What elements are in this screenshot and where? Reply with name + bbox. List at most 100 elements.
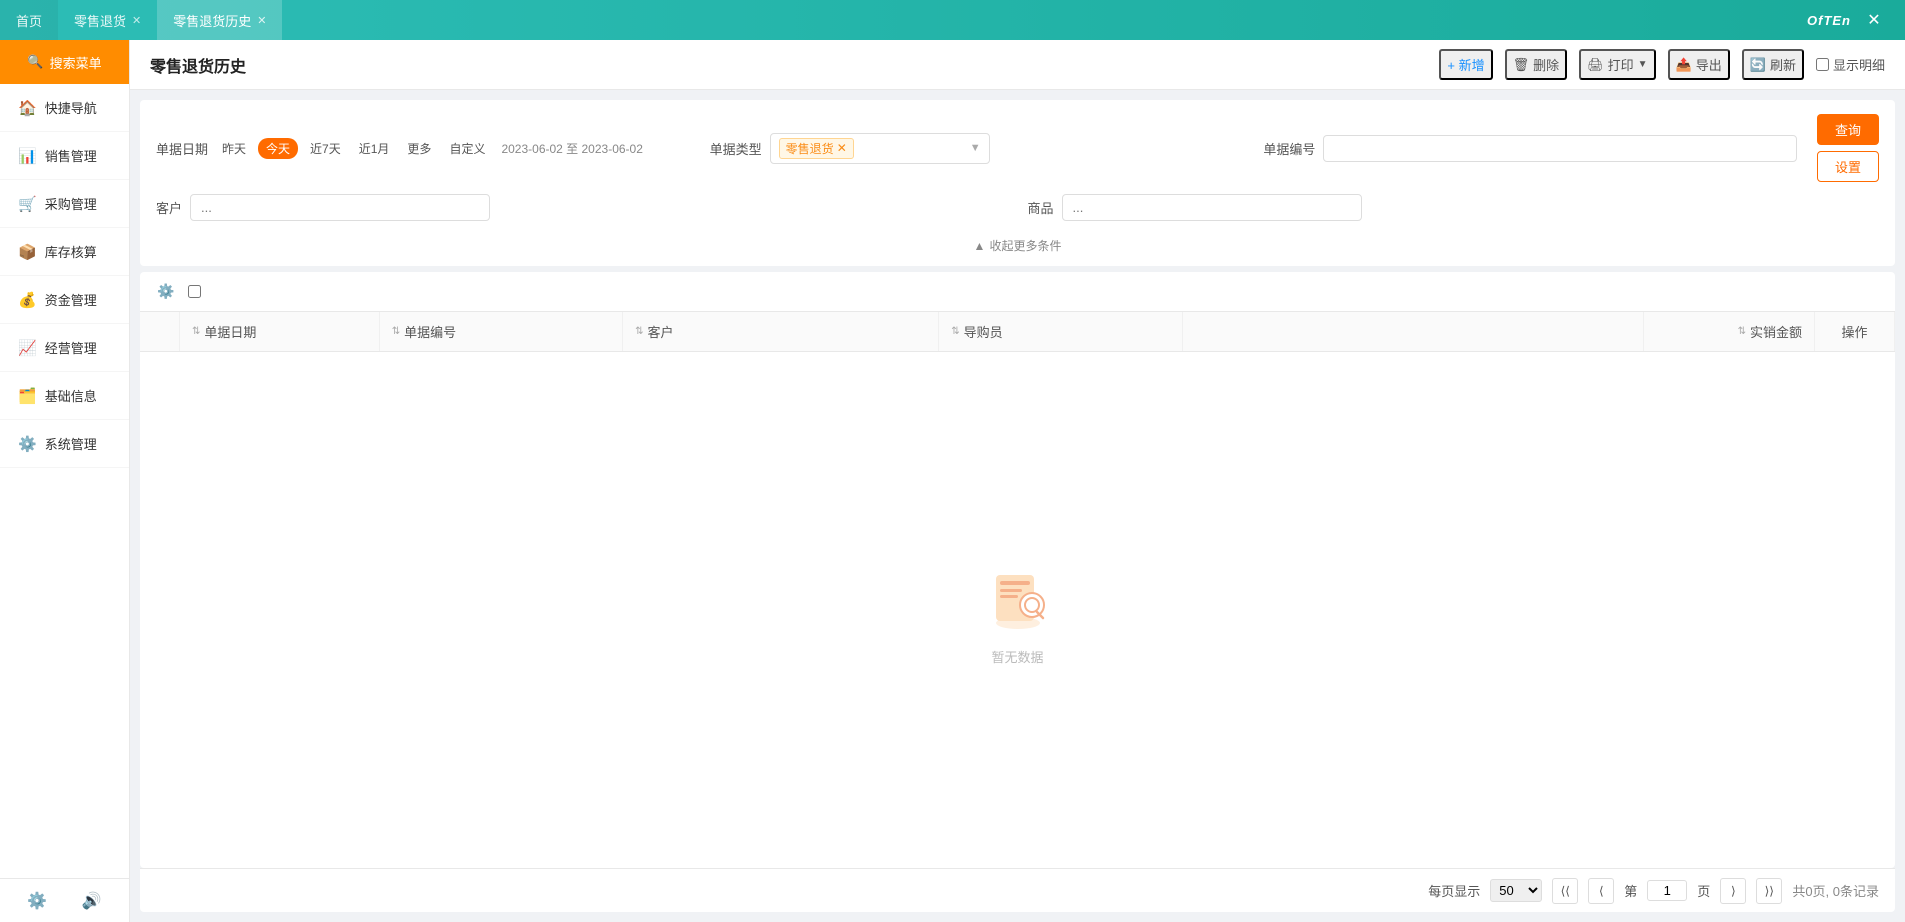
export-icon: 📤 — [1676, 57, 1692, 73]
page-number-input[interactable] — [1647, 880, 1687, 901]
th-date[interactable]: ⇅ 单据日期 — [180, 312, 380, 351]
tab-retail-return-history[interactable]: 零售退货历史 ✕ — [157, 0, 282, 40]
collapse-button[interactable]: ▲ 收起更多条件 — [974, 233, 1062, 258]
tab-retail-return[interactable]: 零售退货 ✕ — [58, 0, 157, 40]
date-range-display: 2023-06-02 至 2023-06-02 — [501, 140, 642, 157]
th-customer-sort-icon: ⇅ — [635, 326, 643, 337]
sidebar-item-finance-label: 资金管理 — [45, 290, 97, 309]
date-opt-1month[interactable]: 近1月 — [353, 138, 396, 159]
show-detail-input[interactable] — [1816, 58, 1829, 71]
sidebar-item-finance[interactable]: 💰 资金管理 — [0, 276, 129, 324]
tab-home[interactable]: 首页 — [0, 0, 58, 40]
show-detail-checkbox[interactable]: 显示明细 — [1816, 55, 1885, 74]
filter-bill-date: 单据日期 昨天 今天 近7天 近1月 更多 自定义 2023-06-02 至 2… — [156, 138, 690, 159]
sidebar-item-management-label: 经营管理 — [45, 338, 97, 357]
th-billno[interactable]: ⇅ 单据编号 — [380, 312, 623, 351]
finance-icon: 💰 — [18, 291, 37, 309]
table-area: ⚙️ ⇅ 单据日期 ⇅ 单据编号 ⇅ 客户 ⇅ — [140, 272, 1895, 868]
settings-button[interactable]: 设置 — [1817, 151, 1879, 182]
toolbar: + 新增 🗑 删除 🖨 打印 ▼ 📤 导出 🔄 刷新 — [1439, 49, 1885, 80]
th-customer[interactable]: ⇅ 客户 — [623, 312, 939, 351]
goods-input[interactable] — [1062, 194, 1362, 221]
date-opt-yesterday[interactable]: 昨天 — [216, 138, 252, 159]
sales-icon: 📊 — [18, 147, 37, 165]
brand-name: OfTEn — [1807, 13, 1851, 28]
sidebar-item-basic-info-label: 基础信息 — [45, 386, 97, 405]
sidebar-item-sales[interactable]: 📊 销售管理 — [0, 132, 129, 180]
filter-bill-type: 单据类型 零售退货 ✕ ▼ — [710, 133, 1244, 164]
audio-icon[interactable]: 🔊 — [82, 891, 102, 911]
date-options: 昨天 今天 近7天 近1月 更多 自定义 2023-06-02 至 2023-0… — [216, 138, 643, 159]
bill-type-tag: 零售退货 ✕ — [779, 138, 854, 159]
close-tab-retail-return[interactable]: ✕ — [132, 14, 141, 27]
window-close-button[interactable]: ✕ — [1859, 5, 1889, 35]
th-action: 操作 — [1815, 312, 1895, 351]
top-bar-right: OfTEn ✕ — [1807, 5, 1905, 35]
date-opt-custom[interactable]: 自定义 — [443, 138, 491, 159]
sidebar-item-quick-nav[interactable]: 🏠 快捷导航 — [0, 84, 129, 132]
th-guide-sort-icon: ⇅ — [951, 326, 959, 337]
collapse-icon: ▲ — [974, 239, 986, 253]
th-date-sort-icon: ⇅ — [192, 326, 200, 337]
tab-home-label: 首页 — [16, 11, 42, 30]
management-icon: 📈 — [18, 339, 37, 357]
th-billno-sort-icon: ⇅ — [392, 326, 400, 337]
tag-close-icon[interactable]: ✕ — [837, 141, 847, 155]
sidebar-item-system-label: 系统管理 — [45, 434, 97, 453]
refresh-button[interactable]: 🔄 刷新 — [1742, 49, 1804, 80]
next-page-button[interactable]: ⟩ — [1720, 878, 1746, 904]
last-page-button[interactable]: ⟩⟩ — [1756, 878, 1782, 904]
right-actions: 查询 设置 — [1817, 114, 1879, 182]
tab-bar: 首页 零售退货 ✕ 零售退货历史 ✕ — [0, 0, 1807, 40]
th-guide[interactable]: ⇅ 导购员 — [939, 312, 1182, 351]
prev-page-button[interactable]: ⟨ — [1588, 878, 1614, 904]
sidebar: 🔍 搜索菜单 🏠 快捷导航 📊 销售管理 🛒 采购管理 📦 库存核算 💰 资金管… — [0, 40, 130, 922]
query-button[interactable]: 查询 — [1817, 114, 1879, 145]
sidebar-item-inventory[interactable]: 📦 库存核算 — [0, 228, 129, 276]
bill-type-chevron-icon: ▼ — [970, 142, 981, 154]
close-tab-retail-return-history[interactable]: ✕ — [257, 14, 266, 27]
new-button[interactable]: + 新增 — [1439, 49, 1492, 80]
export-button[interactable]: 📤 导出 — [1668, 49, 1730, 80]
top-bar: 首页 零售退货 ✕ 零售退货历史 ✕ OfTEn ✕ — [0, 0, 1905, 40]
bill-type-select[interactable]: 零售退货 ✕ ▼ — [770, 133, 990, 164]
customer-input[interactable] — [190, 194, 490, 221]
page-word-2: 页 — [1697, 881, 1710, 900]
filter-area: 单据日期 昨天 今天 近7天 近1月 更多 自定义 2023-06-02 至 2… — [140, 100, 1895, 266]
sidebar-item-management[interactable]: 📈 经营管理 — [0, 324, 129, 372]
refresh-icon: 🔄 — [1750, 57, 1766, 73]
page-size-select[interactable]: 50 10 20 100 — [1490, 879, 1542, 902]
collapse-label: 收起更多条件 — [989, 237, 1061, 254]
table-settings-icon[interactable]: ⚙️ — [152, 278, 180, 306]
bill-type-label: 单据类型 — [710, 139, 762, 158]
first-page-button[interactable]: ⟨⟨ — [1552, 878, 1578, 904]
pagination: 每页显示 50 10 20 100 ⟨⟨ ⟨ 第 页 ⟩ ⟩⟩ 共0页, 0条记… — [140, 868, 1895, 912]
date-opt-today[interactable]: 今天 — [258, 138, 298, 159]
th-amount-sort-icon: ⇅ — [1738, 326, 1746, 337]
filter-customer: 客户 — [156, 194, 1008, 221]
print-button[interactable]: 🖨 打印 ▼ — [1579, 49, 1655, 80]
sidebar-search-label: 搜索菜单 — [50, 53, 102, 72]
date-opt-more[interactable]: 更多 — [401, 138, 437, 159]
main-layout: 🔍 搜索菜单 🏠 快捷导航 📊 销售管理 🛒 采购管理 📦 库存核算 💰 资金管… — [0, 40, 1905, 922]
tab-retail-return-label: 零售退货 — [74, 11, 126, 30]
sidebar-item-basic-info[interactable]: 🗂️ 基础信息 — [0, 372, 129, 420]
print-icon: 🖨 — [1587, 57, 1604, 73]
filter-row-2: 客户 商品 — [156, 194, 1879, 221]
delete-button[interactable]: 🗑 删除 — [1505, 49, 1568, 80]
select-all-checkbox[interactable] — [188, 285, 201, 298]
th-checkbox — [140, 312, 180, 351]
sidebar-item-system[interactable]: ⚙️ 系统管理 — [0, 420, 129, 468]
th-amount[interactable]: ⇅ 实销金额 — [1644, 312, 1815, 351]
date-opt-7days[interactable]: 近7天 — [304, 138, 347, 159]
bill-no-input[interactable] — [1323, 135, 1797, 162]
settings-bottom-icon[interactable]: ⚙️ — [27, 891, 47, 911]
page-header: 零售退货历史 + 新增 🗑 删除 🖨 打印 ▼ 📤 导出 🔄 — [130, 40, 1905, 90]
purchase-icon: 🛒 — [18, 195, 37, 213]
search-icon: 🔍 — [27, 54, 43, 70]
sidebar-search[interactable]: 🔍 搜索菜单 — [0, 40, 129, 84]
page-title: 零售退货历史 — [150, 53, 246, 77]
sidebar-item-purchase[interactable]: 🛒 采购管理 — [0, 180, 129, 228]
th-spacer — [1183, 312, 1645, 351]
empty-state: 暂无数据 — [140, 352, 1895, 868]
